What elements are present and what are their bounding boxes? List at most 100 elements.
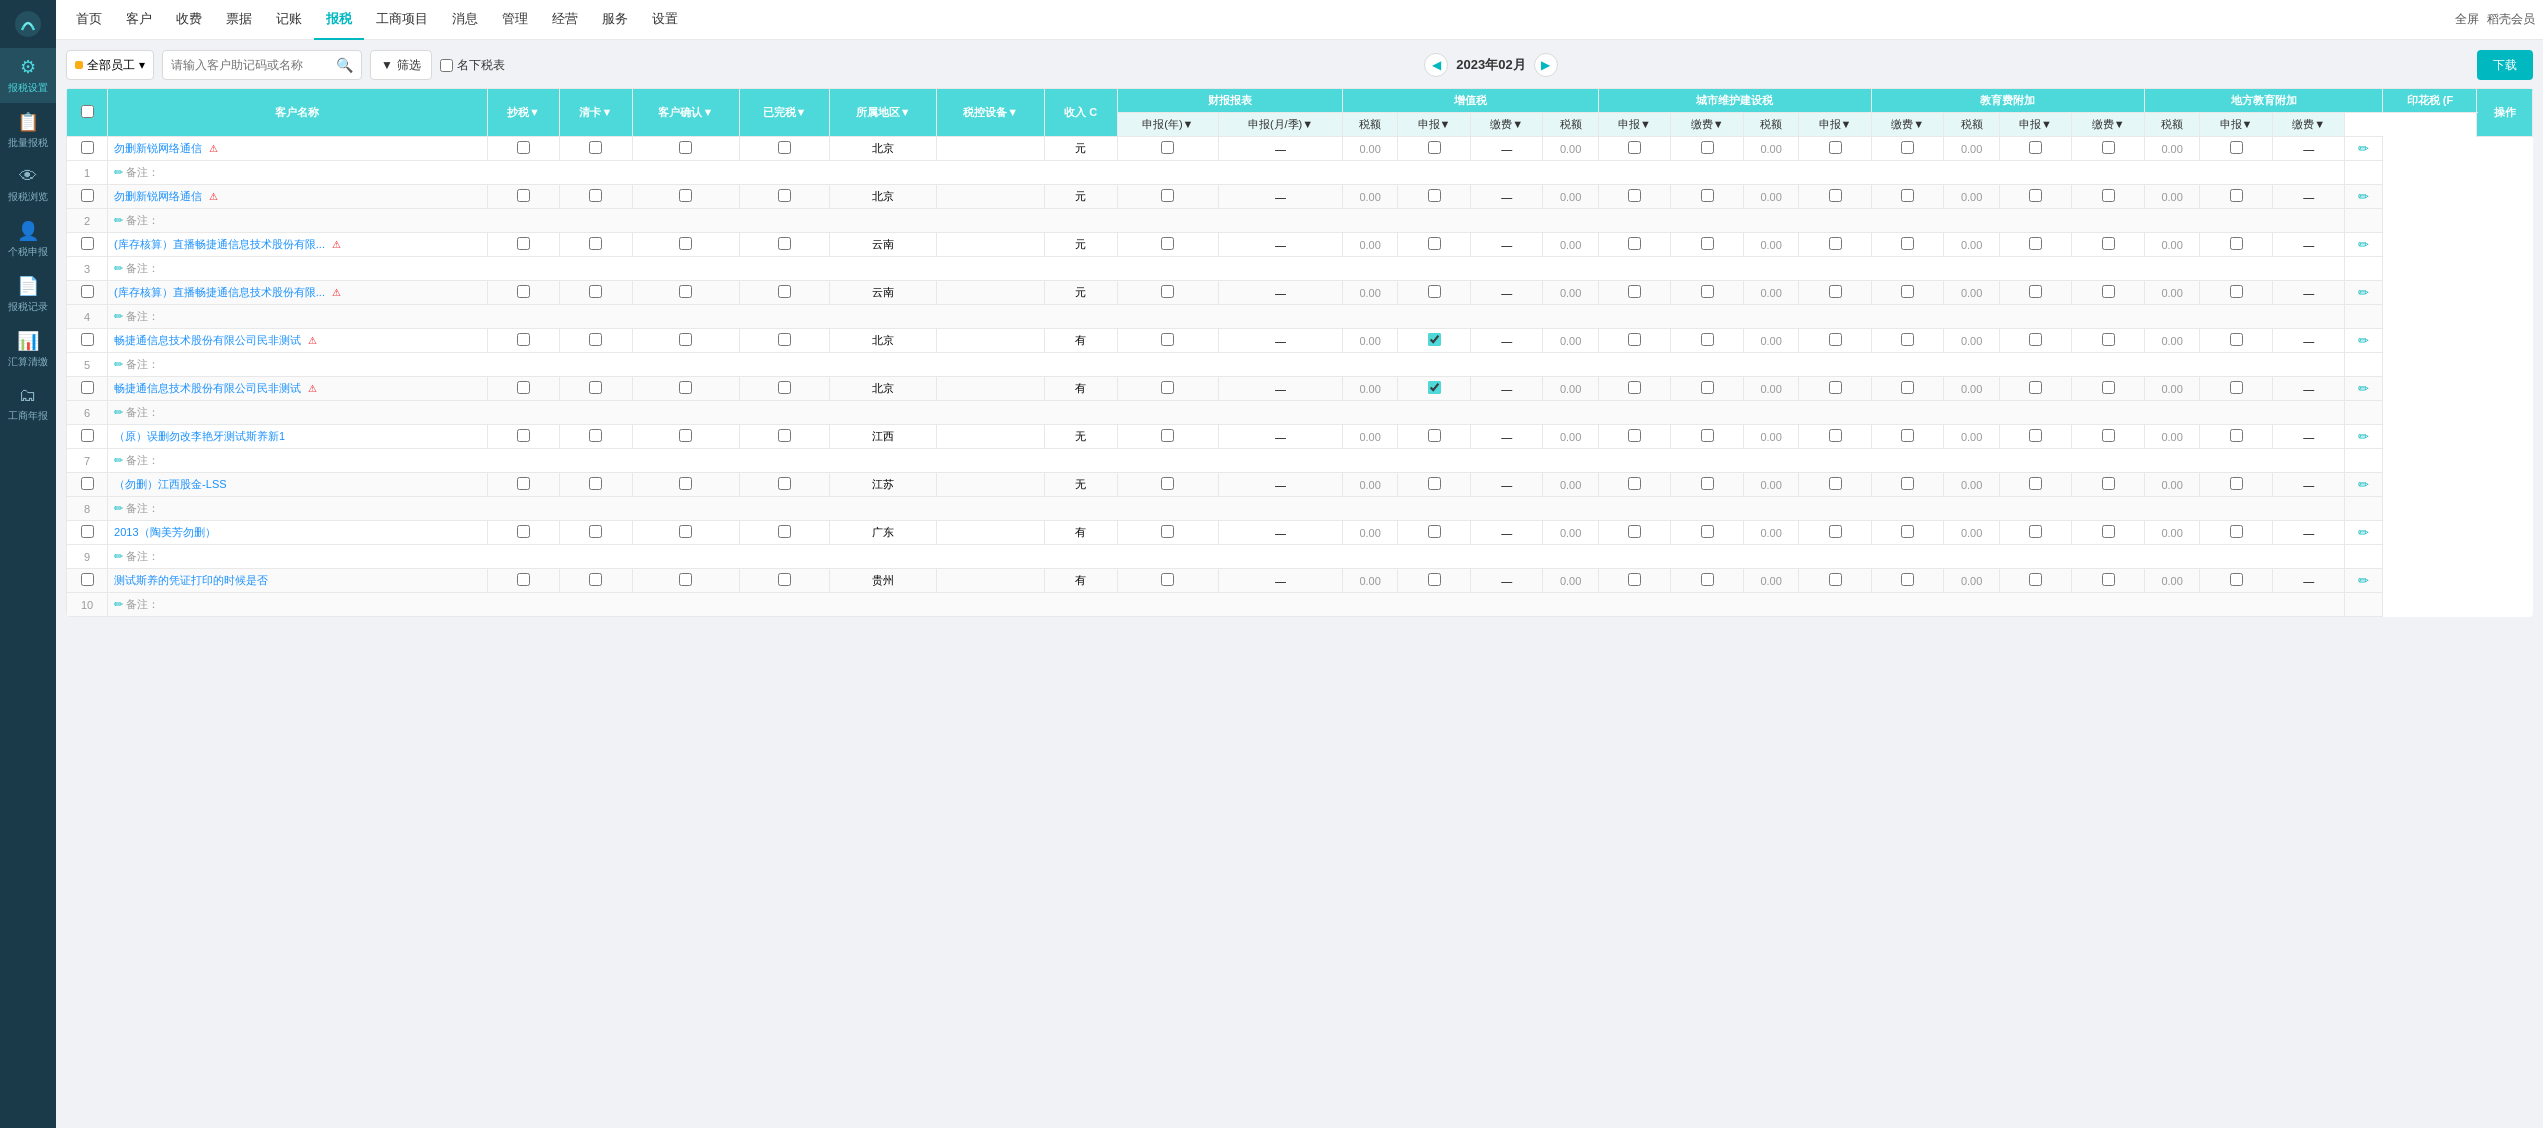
zzs-sbao-cb[interactable] — [1428, 573, 1441, 586]
cs-sbao-cb[interactable] — [1628, 141, 1641, 154]
df-jfei-cb[interactable] — [2102, 237, 2115, 250]
jy-sbao-cb[interactable] — [1829, 477, 1842, 490]
caibao-year-cb[interactable] — [1161, 477, 1174, 490]
caibao-year-cb[interactable] — [1161, 237, 1174, 250]
df-jfei-cb[interactable] — [2102, 525, 2115, 538]
paid-checkbox[interactable] — [778, 285, 791, 298]
df-sbao-cb[interactable] — [2029, 189, 2042, 202]
qingka-checkbox[interactable] — [589, 573, 602, 586]
confirm-checkbox[interactable] — [679, 285, 692, 298]
chaoshui-checkbox[interactable] — [517, 477, 530, 490]
cs-jfei-cb[interactable] — [1701, 525, 1714, 538]
paid-checkbox[interactable] — [778, 189, 791, 202]
sidebar-item-tax-records[interactable]: 📄 报税记录 — [0, 267, 56, 322]
df-jfei-cb[interactable] — [2102, 573, 2115, 586]
note-edit-icon[interactable]: ✏ — [114, 502, 123, 514]
note-edit-icon[interactable]: ✏ — [114, 358, 123, 370]
jy-jfei-cb[interactable] — [1901, 381, 1914, 394]
row-name-text[interactable]: 畅捷通信息技术股份有限公司民非测试 — [114, 382, 301, 394]
confirm-checkbox[interactable] — [679, 477, 692, 490]
paid-checkbox[interactable] — [778, 525, 791, 538]
edit-icon[interactable]: ✏ — [2358, 525, 2369, 540]
download-button[interactable]: 下载 — [2477, 50, 2533, 80]
jy-jfei-cb[interactable] — [1901, 333, 1914, 346]
row-checkbox[interactable] — [81, 237, 94, 250]
confirm-checkbox[interactable] — [679, 237, 692, 250]
prev-month-button[interactable]: ◀ — [1424, 53, 1448, 77]
nav-tax[interactable]: 报税 — [314, 0, 364, 40]
df-jfei-cb[interactable] — [2102, 285, 2115, 298]
df-jfei-cb[interactable] — [2102, 333, 2115, 346]
jy-jfei-cb[interactable] — [1901, 237, 1914, 250]
cs-sbao-cb[interactable] — [1628, 381, 1641, 394]
cs-jfei-cb[interactable] — [1701, 333, 1714, 346]
nav-invoice[interactable]: 票据 — [214, 0, 264, 40]
edit-icon[interactable]: ✏ — [2358, 189, 2369, 204]
row-name-text[interactable]: 2013（陶美芳勿删） — [114, 526, 215, 538]
df-sbao-cb[interactable] — [2029, 573, 2042, 586]
confirm-checkbox[interactable] — [679, 381, 692, 394]
cs-sbao-cb[interactable] — [1628, 573, 1641, 586]
qingka-checkbox[interactable] — [589, 381, 602, 394]
filter-button[interactable]: ▼ 筛选 — [370, 50, 432, 80]
jy-jfei-cb[interactable] — [1901, 477, 1914, 490]
df-sbao-cb[interactable] — [2029, 525, 2042, 538]
row-name-text[interactable]: 测试斯养的凭证打印的时候是否 — [114, 574, 268, 586]
row-checkbox[interactable] — [81, 429, 94, 442]
yh-sbao-cb[interactable] — [2230, 333, 2243, 346]
yh-sbao-cb[interactable] — [2230, 525, 2243, 538]
edit-icon[interactable]: ✏ — [2358, 381, 2369, 396]
caibao-year-cb[interactable] — [1161, 381, 1174, 394]
row-name-text[interactable]: （勿删）江西股金-LSS — [114, 478, 226, 490]
chaoshui-checkbox[interactable] — [517, 525, 530, 538]
chaoshui-checkbox[interactable] — [517, 189, 530, 202]
chaoshui-checkbox[interactable] — [517, 237, 530, 250]
jy-sbao-cb[interactable] — [1829, 237, 1842, 250]
search-input[interactable] — [163, 58, 328, 72]
note-edit-icon[interactable]: ✏ — [114, 550, 123, 562]
cs-sbao-cb[interactable] — [1628, 285, 1641, 298]
jy-jfei-cb[interactable] — [1901, 429, 1914, 442]
employee-filter[interactable]: 全部员工 ▾ — [66, 50, 154, 80]
jy-sbao-cb[interactable] — [1829, 285, 1842, 298]
named-table-checkbox[interactable] — [440, 59, 453, 72]
edit-icon[interactable]: ✏ — [2358, 237, 2369, 252]
row-checkbox[interactable] — [81, 573, 94, 586]
df-jfei-cb[interactable] — [2102, 189, 2115, 202]
zzs-sbao-cb[interactable] — [1428, 141, 1441, 154]
jy-sbao-cb[interactable] — [1829, 141, 1842, 154]
qingka-checkbox[interactable] — [589, 237, 602, 250]
sidebar-item-summary[interactable]: 📊 汇算清缴 — [0, 322, 56, 377]
df-jfei-cb[interactable] — [2102, 141, 2115, 154]
row-name-text[interactable]: 勿删新锐网络通信 — [114, 142, 202, 154]
jy-jfei-cb[interactable] — [1901, 525, 1914, 538]
qingka-checkbox[interactable] — [589, 429, 602, 442]
row-name-text[interactable]: (库存核算）直播畅捷通信息技术股份有限... — [114, 286, 325, 298]
row-name-text[interactable]: （原）误删勿改李艳牙测试斯养新1 — [114, 430, 285, 442]
edit-icon[interactable]: ✏ — [2358, 333, 2369, 348]
sidebar-item-tax-view[interactable]: 👁 报税浏览 — [0, 158, 56, 212]
edit-icon[interactable]: ✏ — [2358, 429, 2369, 444]
zzs-sbao-cb[interactable] — [1428, 333, 1441, 346]
jy-jfei-cb[interactable] — [1901, 573, 1914, 586]
zzs-sbao-cb[interactable] — [1428, 237, 1441, 250]
chaoshui-checkbox[interactable] — [517, 285, 530, 298]
note-edit-icon[interactable]: ✏ — [114, 598, 123, 610]
cs-jfei-cb[interactable] — [1701, 573, 1714, 586]
nav-accounts[interactable]: 记账 — [264, 0, 314, 40]
yh-sbao-cb[interactable] — [2230, 189, 2243, 202]
note-edit-icon[interactable]: ✏ — [114, 454, 123, 466]
caibao-year-cb[interactable] — [1161, 189, 1174, 202]
caibao-year-cb[interactable] — [1161, 333, 1174, 346]
cs-sbao-cb[interactable] — [1628, 189, 1641, 202]
jy-sbao-cb[interactable] — [1829, 525, 1842, 538]
cs-jfei-cb[interactable] — [1701, 477, 1714, 490]
nav-business[interactable]: 工商项目 — [364, 0, 440, 40]
cs-sbao-cb[interactable] — [1628, 477, 1641, 490]
row-name-text[interactable]: (库存核算）直播畅捷通信息技术股份有限... — [114, 238, 325, 250]
yh-sbao-cb[interactable] — [2230, 381, 2243, 394]
cs-sbao-cb[interactable] — [1628, 525, 1641, 538]
yh-sbao-cb[interactable] — [2230, 141, 2243, 154]
qingka-checkbox[interactable] — [589, 285, 602, 298]
nav-settings[interactable]: 设置 — [640, 0, 690, 40]
